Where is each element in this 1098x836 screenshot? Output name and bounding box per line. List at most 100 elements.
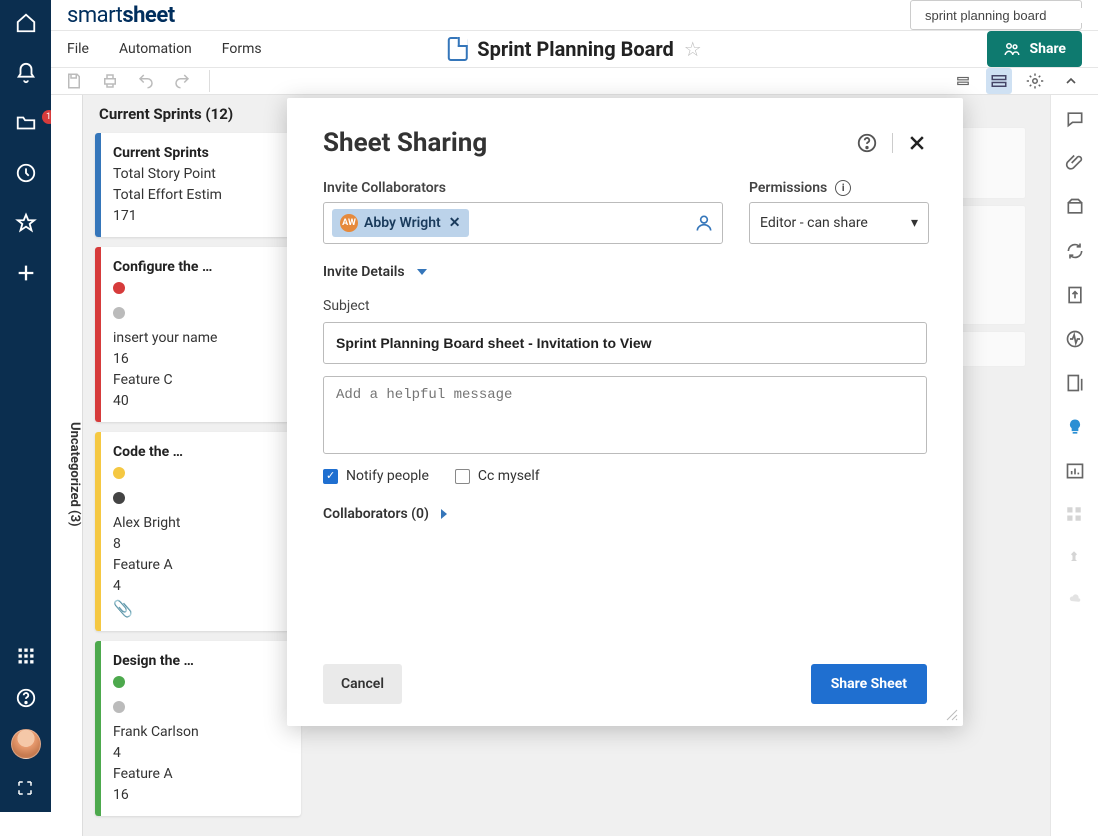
card-line: Alex Bright	[113, 513, 289, 534]
topbar: smartsheet	[51, 0, 1098, 31]
card[interactable]: Code the … Alex Bright 8 Feature A 4 📎	[95, 432, 301, 631]
cloud-icon[interactable]	[1065, 593, 1085, 613]
activity-icon[interactable]	[1065, 329, 1085, 349]
grid-icon[interactable]	[1065, 505, 1085, 525]
logo[interactable]: smartsheet	[67, 3, 175, 28]
expand-icon[interactable]	[16, 779, 36, 799]
card-title: Code the …	[113, 442, 289, 463]
folder-icon[interactable]	[15, 112, 37, 134]
uncategorized-lane-tab[interactable]: Uncategorized (3)	[51, 95, 83, 836]
search-input[interactable]	[925, 8, 1098, 23]
redo-icon[interactable]	[173, 72, 191, 90]
sheet-title: Sprint Planning Board	[477, 37, 674, 61]
resize-handle-icon[interactable]	[945, 708, 959, 722]
dialog-title: Sheet Sharing	[323, 128, 487, 158]
user-avatar[interactable]	[11, 729, 41, 759]
card-line: Feature A	[113, 555, 289, 576]
collapse-icon[interactable]	[1058, 68, 1084, 94]
menu-forms[interactable]: Forms	[222, 41, 262, 57]
attachment-icon: 📎	[113, 597, 289, 621]
comments-icon[interactable]	[1065, 109, 1085, 129]
home-icon[interactable]	[15, 12, 37, 34]
cancel-button[interactable]: Cancel	[323, 664, 402, 704]
subject-label: Subject	[323, 298, 927, 314]
people-icon	[1003, 40, 1021, 58]
right-rail	[1050, 95, 1098, 836]
tip-icon[interactable]	[1065, 417, 1085, 437]
chart-icon[interactable]	[1065, 461, 1085, 481]
menu-file[interactable]: File	[67, 41, 89, 57]
menubar: File Automation Forms Sprint Planning Bo…	[51, 31, 1098, 68]
card-line: 8	[113, 534, 289, 555]
undo-icon[interactable]	[137, 72, 155, 90]
close-icon[interactable]	[907, 133, 927, 153]
collaborators-input[interactable]: AW Abby Wright ✕	[323, 202, 723, 244]
card[interactable]: Design the … Frank Carlson 4 Feature A 1…	[95, 641, 301, 816]
status-dot-icon	[113, 467, 125, 479]
card-line: insert your name	[113, 328, 289, 349]
card-line: 4	[113, 743, 289, 764]
attachments-icon[interactable]	[1065, 153, 1085, 173]
left-nav-rail: 1	[0, 0, 51, 812]
recents-icon[interactable]	[15, 162, 37, 184]
search-box[interactable]	[910, 0, 1082, 30]
chip-remove-icon[interactable]: ✕	[449, 215, 461, 231]
card-line: 16	[113, 785, 289, 806]
subject-input[interactable]	[323, 322, 927, 364]
collaborator-chip[interactable]: AW Abby Wright ✕	[332, 209, 469, 237]
card-title: Current Sprints	[113, 143, 289, 164]
share-button[interactable]: Share	[987, 31, 1082, 67]
card-line: 171	[113, 206, 289, 227]
favorite-star-icon[interactable]: ☆	[684, 37, 702, 61]
card-line: Feature C	[113, 370, 289, 391]
summary-icon[interactable]	[1065, 373, 1085, 393]
permissions-select[interactable]: Editor - can share ▾	[749, 202, 929, 244]
share-sheet-button[interactable]: Share Sheet	[811, 664, 927, 704]
checkbox-icon	[455, 469, 470, 484]
apps-icon[interactable]	[15, 645, 37, 667]
toolbar	[51, 68, 1098, 95]
invite-collaborators-label: Invite Collaborators	[323, 180, 723, 196]
card-line: 16	[113, 349, 289, 370]
help-icon[interactable]	[15, 687, 37, 709]
help-icon[interactable]	[856, 132, 878, 154]
sheet-icon	[447, 37, 467, 61]
card-line: 4	[113, 576, 289, 597]
lane-header: Current Sprints (12)	[95, 105, 301, 123]
status-dot-icon	[113, 282, 125, 294]
status-dot-icon	[113, 492, 125, 504]
save-icon[interactable]	[65, 72, 83, 90]
contact-picker-icon[interactable]	[694, 213, 714, 233]
card[interactable]: Current Sprints Total Story Point Total …	[95, 133, 301, 237]
chevron-down-icon	[417, 269, 427, 275]
collaborators-toggle[interactable]: Collaborators (0)	[323, 506, 927, 522]
info-icon[interactable]: i	[835, 180, 851, 196]
notifications-icon[interactable]	[15, 62, 37, 84]
card-view-icon[interactable]	[986, 68, 1012, 94]
card-line: 40	[113, 391, 289, 412]
update-requests-icon[interactable]	[1065, 241, 1085, 261]
chip-name: Abby Wright	[364, 215, 441, 231]
compact-view-icon[interactable]	[950, 68, 976, 94]
lane-current-sprints: Current Sprints (12) Current Sprints Tot…	[83, 95, 313, 836]
settings-icon[interactable]	[1022, 68, 1048, 94]
notify-people-checkbox[interactable]: Notify people	[323, 468, 429, 484]
add-icon[interactable]	[15, 262, 37, 284]
card-line: Total Effort Estim	[113, 185, 289, 206]
pin-icon[interactable]	[1065, 549, 1085, 569]
checkbox-icon	[323, 469, 338, 484]
print-icon[interactable]	[101, 72, 119, 90]
permissions-label: Permissions i	[749, 180, 929, 196]
status-dot-icon	[113, 701, 125, 713]
status-dot-icon	[113, 676, 125, 688]
menu-automation[interactable]: Automation	[119, 41, 192, 57]
card-title: Configure the …	[113, 257, 289, 278]
proofs-icon[interactable]	[1065, 197, 1085, 217]
favorites-icon[interactable]	[15, 212, 37, 234]
message-textarea[interactable]	[323, 376, 927, 454]
invite-details-toggle[interactable]: Invite Details	[323, 264, 927, 280]
card[interactable]: Configure the … insert your name 16 Feat…	[95, 247, 301, 422]
cc-myself-checkbox[interactable]: Cc myself	[455, 468, 540, 484]
publish-icon[interactable]	[1065, 285, 1085, 305]
card-line: Feature A	[113, 764, 289, 785]
